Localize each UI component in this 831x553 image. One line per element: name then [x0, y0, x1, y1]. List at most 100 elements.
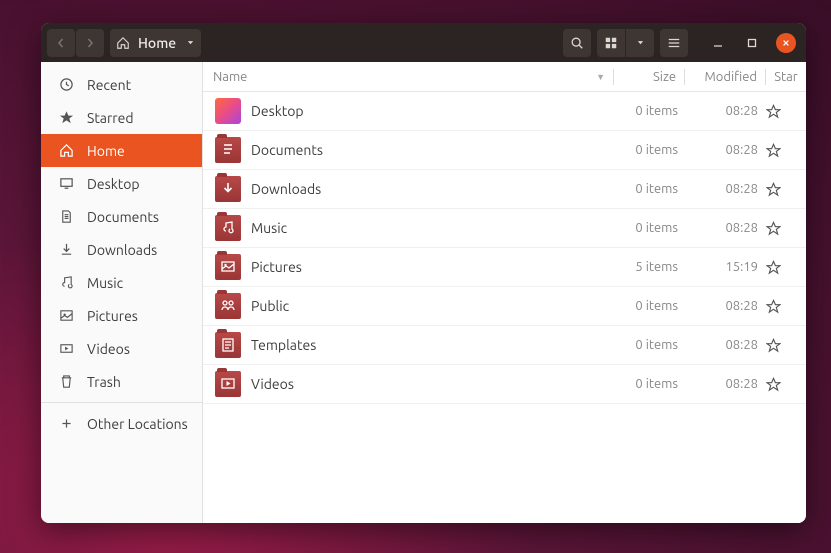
hamburger-icon: [667, 36, 681, 50]
view-options-button[interactable]: [626, 29, 654, 57]
trash-icon: [57, 374, 75, 389]
file-row[interactable]: Desktop0 items08:28: [203, 92, 806, 131]
close-icon: [782, 39, 790, 47]
search-icon: [570, 36, 584, 50]
file-row[interactable]: Documents0 items08:28: [203, 131, 806, 170]
folder-downloads-icon: [215, 176, 241, 202]
triangle-down-icon: [636, 38, 645, 47]
file-modified: 08:28: [686, 221, 766, 235]
downloads-icon: [57, 242, 75, 257]
sidebar-item-pictures[interactable]: Pictures: [41, 299, 202, 332]
folder-templates-icon: [215, 332, 241, 358]
plus-icon: [57, 417, 75, 430]
minimize-icon: [713, 38, 723, 48]
sidebar-item-other-locations[interactable]: Other Locations: [41, 407, 202, 440]
star-button[interactable]: [766, 299, 806, 314]
sidebar-item-videos[interactable]: Videos: [41, 332, 202, 365]
grid-icon: [604, 36, 618, 50]
path-dropdown-button[interactable]: [186, 38, 195, 47]
file-row[interactable]: Templates0 items08:28: [203, 326, 806, 365]
path-current: Home: [138, 35, 176, 51]
sidebar-item-starred[interactable]: Starred: [41, 101, 202, 134]
star-button[interactable]: [766, 377, 806, 392]
file-size: 0 items: [616, 182, 686, 196]
file-size: 0 items: [616, 221, 686, 235]
desktop-icon: [57, 176, 75, 191]
star-outline-icon: [766, 377, 781, 392]
column-header-modified[interactable]: Modified: [685, 70, 765, 84]
file-row[interactable]: Music0 items08:28: [203, 209, 806, 248]
file-size: 0 items: [616, 143, 686, 157]
star-outline-icon: [766, 104, 781, 119]
sidebar-item-label: Trash: [87, 374, 121, 390]
search-button[interactable]: [563, 29, 591, 57]
sidebar-item-trash[interactable]: Trash: [41, 365, 202, 398]
folder-public-icon: [215, 293, 241, 319]
star-outline-icon: [766, 260, 781, 275]
view-grid-button[interactable]: [597, 29, 625, 57]
folder-music-icon: [215, 215, 241, 241]
chevron-right-icon: [85, 38, 95, 48]
sidebar-item-label: Desktop: [87, 176, 140, 192]
file-row[interactable]: Videos0 items08:28: [203, 365, 806, 404]
file-row[interactable]: Public0 items08:28: [203, 287, 806, 326]
maximize-icon: [747, 38, 757, 48]
close-button[interactable]: [776, 33, 796, 53]
sidebar-item-desktop[interactable]: Desktop: [41, 167, 202, 200]
pictures-icon: [57, 308, 75, 323]
file-list[interactable]: Desktop0 items08:28Documents0 items08:28…: [203, 92, 806, 523]
forward-button[interactable]: [76, 29, 104, 57]
pathbar[interactable]: Home: [110, 29, 201, 57]
file-name: Music: [251, 220, 616, 236]
star-button[interactable]: [766, 182, 806, 197]
file-modified: 15:19: [686, 260, 766, 274]
column-header-size[interactable]: Size: [614, 70, 684, 84]
file-row[interactable]: Pictures5 items15:19: [203, 248, 806, 287]
star-filled-icon: [57, 110, 75, 125]
file-modified: 08:28: [686, 338, 766, 352]
column-header-star[interactable]: Star: [766, 70, 806, 84]
sidebar-item-home[interactable]: Home: [41, 134, 202, 167]
star-button[interactable]: [766, 260, 806, 275]
maximize-button[interactable]: [742, 33, 762, 53]
sidebar-item-label: Recent: [87, 77, 131, 93]
desktop-folder-icon: [215, 98, 241, 124]
column-headers: Name ▼ Size Modified Star: [203, 62, 806, 92]
titlebar: Home: [41, 23, 806, 62]
hamburger-menu-button[interactable]: [660, 29, 688, 57]
sidebar-item-label: Starred: [87, 110, 134, 126]
star-button[interactable]: [766, 221, 806, 236]
videos-icon: [57, 341, 75, 356]
column-header-name[interactable]: Name ▼: [203, 70, 613, 84]
minimize-button[interactable]: [708, 33, 728, 53]
star-button[interactable]: [766, 104, 806, 119]
star-outline-icon: [766, 143, 781, 158]
file-modified: 08:28: [686, 104, 766, 118]
sidebar-item-music[interactable]: Music: [41, 266, 202, 299]
sidebar-item-documents[interactable]: Documents: [41, 200, 202, 233]
file-size: 5 items: [616, 260, 686, 274]
sidebar-item-downloads[interactable]: Downloads: [41, 233, 202, 266]
sidebar-item-label: Music: [87, 275, 123, 291]
star-button[interactable]: [766, 338, 806, 353]
star-outline-icon: [766, 182, 781, 197]
file-size: 0 items: [616, 377, 686, 391]
sidebar-item-label: Pictures: [87, 308, 138, 324]
star-button[interactable]: [766, 143, 806, 158]
main-pane: Name ▼ Size Modified Star Desktop0 items…: [203, 62, 806, 523]
file-modified: 08:28: [686, 377, 766, 391]
file-row[interactable]: Downloads0 items08:28: [203, 170, 806, 209]
sidebar-item-label: Downloads: [87, 242, 157, 258]
file-size: 0 items: [616, 338, 686, 352]
back-button[interactable]: [47, 29, 75, 57]
sidebar: Recent Starred Home Desktop Documents Do…: [41, 62, 203, 523]
file-size: 0 items: [616, 104, 686, 118]
file-modified: 08:28: [686, 299, 766, 313]
folder-documents-icon: [215, 137, 241, 163]
music-icon: [57, 275, 75, 290]
home-icon: [57, 143, 75, 158]
sidebar-item-recent[interactable]: Recent: [41, 68, 202, 101]
sidebar-item-label: Home: [87, 143, 125, 159]
clock-icon: [57, 77, 75, 92]
sidebar-item-label: Documents: [87, 209, 159, 225]
